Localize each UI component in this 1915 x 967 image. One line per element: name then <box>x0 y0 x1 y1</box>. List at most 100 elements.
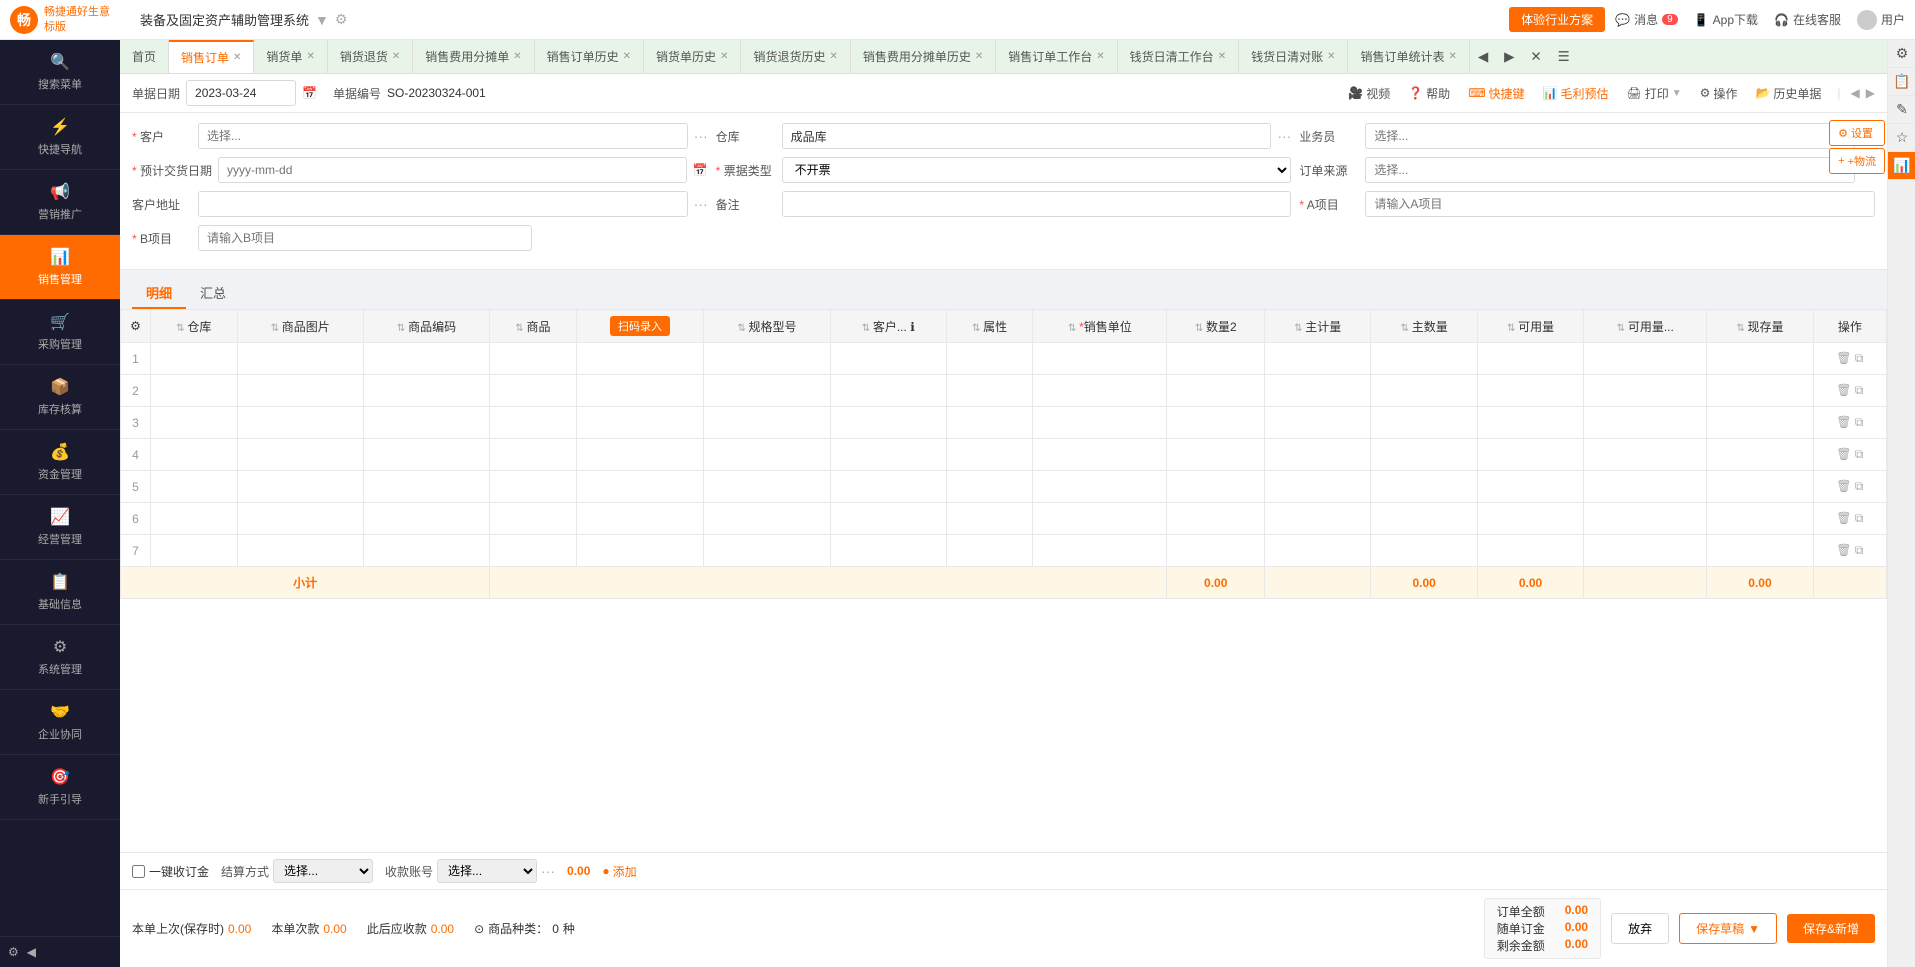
sidebar-item-basic[interactable]: 📋 基础信息 <box>0 560 120 625</box>
delete-icon-5[interactable]: 🗑 <box>1836 479 1851 493</box>
cell-product-1[interactable] <box>490 343 577 375</box>
save-new-btn[interactable]: 保存&新增 <box>1787 914 1875 943</box>
cell-available-1[interactable] <box>1477 343 1583 375</box>
cell-main-unit-1[interactable] <box>1264 343 1370 375</box>
settings-main-btn[interactable]: ⚙ 设置 <box>1829 120 1885 146</box>
sidebar-item-system[interactable]: ⚙ 系统管理 <box>0 625 120 690</box>
delete-icon-1[interactable]: 🗑 <box>1836 351 1851 365</box>
cell-main-qty-3[interactable] <box>1371 407 1477 439</box>
detail-tab-summary[interactable]: 汇总 <box>186 278 240 309</box>
col-current[interactable]: 现存量 <box>1707 310 1813 343</box>
collapse-icon[interactable]: ◀ <box>27 945 36 959</box>
cell-available-2[interactable] <box>1477 375 1583 407</box>
cell-product-3[interactable] <box>490 407 577 439</box>
tab-close-slip-history[interactable]: ✕ <box>720 51 728 62</box>
history-btn[interactable]: 📂 历史单据 <box>1749 83 1827 104</box>
copy-icon-6[interactable]: ⧉ <box>1855 511 1864 525</box>
cell-warehouse-1[interactable] <box>151 343 238 375</box>
tab-cash-reconcile[interactable]: 钱货日清对账 ✕ <box>1239 40 1348 74</box>
delivery-calendar-icon[interactable]: 📅 <box>693 163 708 177</box>
operation-btn[interactable]: ⚙ 操作 <box>1694 83 1744 104</box>
cell-unit-1[interactable] <box>1033 343 1167 375</box>
delete-icon-4[interactable]: 🗑 <box>1836 447 1851 461</box>
tab-return-history[interactable]: 销货退货历史 ✕ <box>741 40 850 74</box>
tab-close-expense-history[interactable]: ✕ <box>975 51 983 62</box>
cell-current-1[interactable] <box>1707 343 1813 375</box>
cell-scan-3[interactable] <box>576 407 704 439</box>
tab-sales-slip[interactable]: 销货单 ✕ <box>254 40 327 74</box>
cell-main-qty-1[interactable] <box>1371 343 1477 375</box>
shortcut-btn[interactable]: ⌨ 快捷键 <box>1462 83 1530 104</box>
receipt-dots-btn[interactable]: ··· <box>541 863 555 879</box>
cell-available-3[interactable] <box>1477 407 1583 439</box>
app-download-btn[interactable]: 📱 App下载 <box>1694 11 1758 28</box>
settings-icon[interactable]: ⚙ <box>8 945 19 959</box>
tab-order-history[interactable]: 销售订单历史 ✕ <box>535 40 644 74</box>
add-logistics-btn[interactable]: + +物流 <box>1829 148 1885 174</box>
cell-qty2-2[interactable] <box>1167 375 1265 407</box>
col-qty2[interactable]: 数量2 <box>1167 310 1265 343</box>
detail-tab-detail[interactable]: 明细 <box>132 278 186 309</box>
save-draft-btn[interactable]: 保存草稿 ▼ <box>1679 913 1777 944</box>
tab-close-expense-split[interactable]: ✕ <box>513 51 521 62</box>
address-dots-btn[interactable]: ··· <box>694 196 708 212</box>
cell-attr-1[interactable] <box>946 343 1033 375</box>
cell-attr-3[interactable] <box>946 407 1033 439</box>
cell-code-2[interactable] <box>363 375 489 407</box>
cell-image-3[interactable] <box>237 407 363 439</box>
delete-icon-2[interactable]: 🗑 <box>1836 383 1851 397</box>
tab-close-sales-slip[interactable]: ✕ <box>306 51 314 62</box>
cell-available2-1[interactable] <box>1584 343 1707 375</box>
col-main-unit[interactable]: 主计量 <box>1264 310 1370 343</box>
tab-home[interactable]: 首页 <box>120 40 169 74</box>
remark-input[interactable] <box>782 191 1292 217</box>
tab-close-order-history[interactable]: ✕ <box>623 51 631 62</box>
cell-product-2[interactable] <box>490 375 577 407</box>
invoice-type-select[interactable]: 不开票 <box>782 157 1292 183</box>
payment-method-select[interactable]: 选择... <box>273 859 373 883</box>
tab-prev-btn[interactable]: ◀ <box>1470 40 1496 74</box>
tab-expense-split[interactable]: 销售费用分摊单 ✕ <box>413 40 534 74</box>
tab-cash-workbench[interactable]: 钱货日清工作台 ✕ <box>1118 40 1239 74</box>
cell-image-1[interactable] <box>237 343 363 375</box>
cell-spec-3[interactable] <box>704 407 830 439</box>
col-unit[interactable]: *销售单位 <box>1033 310 1167 343</box>
col-available[interactable]: 可用量 <box>1477 310 1583 343</box>
warehouse-input[interactable] <box>782 123 1272 149</box>
cell-spec-2[interactable] <box>704 375 830 407</box>
copy-icon-3[interactable]: ⧉ <box>1855 415 1864 429</box>
tab-close-return-history[interactable]: ✕ <box>829 51 837 62</box>
cell-customer-code-3[interactable] <box>830 407 946 439</box>
receipt-account-select[interactable]: 选择... <box>437 859 537 883</box>
cell-warehouse-3[interactable] <box>151 407 238 439</box>
col-main-qty[interactable]: 主数量 <box>1371 310 1477 343</box>
online-support-btn[interactable]: 🎧 在线客服 <box>1774 11 1841 28</box>
sidebar-item-nav[interactable]: ⚡ 快捷导航 <box>0 105 120 170</box>
cell-current-3[interactable] <box>1707 407 1813 439</box>
tab-close-cash-reconcile[interactable]: ✕ <box>1327 51 1335 62</box>
tab-expense-history[interactable]: 销售费用分摊单历史 ✕ <box>851 40 996 74</box>
sidebar-item-finance[interactable]: 💰 资金管理 <box>0 430 120 495</box>
sidebar-item-management[interactable]: 📈 经营管理 <box>0 495 120 560</box>
sidebar-item-enterprise[interactable]: 🤝 企业协同 <box>0 690 120 755</box>
col-warehouse[interactable]: 仓库 <box>151 310 238 343</box>
sidebar-item-guide[interactable]: 🎯 新手引导 <box>0 755 120 820</box>
tab-close-cash-workbench[interactable]: ✕ <box>1218 51 1226 62</box>
tab-close-all-btn[interactable]: ✕ <box>1522 40 1549 74</box>
cell-customer-code-2[interactable] <box>830 375 946 407</box>
b-project-input[interactable] <box>198 225 532 251</box>
col-customer-code[interactable]: 客户... ℹ <box>830 310 946 343</box>
sidebar-item-sales[interactable]: 📊 销售管理 <box>0 235 120 300</box>
col-attr[interactable]: 属性 <box>946 310 1033 343</box>
industry-btn[interactable]: 体验行业方案 <box>1509 7 1605 32</box>
settlement-checkbox[interactable] <box>132 865 145 878</box>
tab-order-stats[interactable]: 销售订单统计表 ✕ <box>1348 40 1469 74</box>
message-btn[interactable]: 💬 消息 9 <box>1615 11 1678 28</box>
col-available2[interactable]: 可用量... <box>1584 310 1707 343</box>
help-btn[interactable]: ❓ 帮助 <box>1402 83 1456 104</box>
tab-menu-btn[interactable]: ☰ <box>1550 40 1578 74</box>
col-code[interactable]: 商品编码 <box>363 310 489 343</box>
cell-unit-3[interactable] <box>1033 407 1167 439</box>
col-product[interactable]: 商品 <box>490 310 577 343</box>
copy-icon-2[interactable]: ⧉ <box>1855 383 1864 397</box>
